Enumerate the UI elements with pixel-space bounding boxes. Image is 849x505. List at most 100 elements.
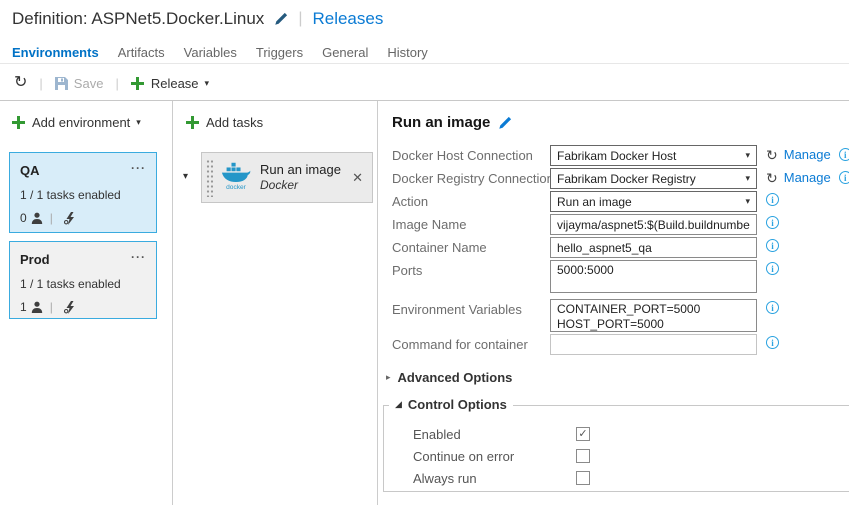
info-icon[interactable]: i	[766, 301, 779, 314]
info-icon[interactable]: i	[838, 148, 849, 161]
approver-icon	[31, 212, 42, 224]
edit-definition-name-icon[interactable]	[274, 12, 288, 26]
task-card-run-an-image[interactable]: docker Run an image Docker ✕	[201, 152, 373, 203]
field-label: Docker Host Connection	[392, 148, 533, 163]
info-icon[interactable]: i	[766, 239, 779, 252]
ports-textarea[interactable]: 5000:5000	[550, 260, 757, 293]
info-icon[interactable]: i	[766, 336, 779, 349]
image-name-input[interactable]	[550, 214, 757, 235]
advanced-options-section-toggle[interactable]: ▸ Advanced Options	[386, 370, 512, 385]
release-button[interactable]: Release ▾	[130, 75, 209, 91]
plus-icon	[12, 116, 25, 129]
add-tasks-label: Add tasks	[206, 115, 264, 130]
save-icon	[54, 76, 68, 90]
plus-icon	[130, 76, 144, 90]
info-icon[interactable]: i	[766, 216, 779, 229]
toolbar-divider: |	[115, 75, 119, 91]
checkbox-row-continue-on-error: Continue on error	[413, 448, 590, 464]
field-label: Docker Registry Connection	[392, 171, 554, 186]
advanced-options-label: Advanced Options	[397, 370, 513, 385]
field-label: Ports	[392, 263, 423, 278]
selected-value: Fabrikam Docker Host	[557, 148, 677, 163]
toolbar: ↻ | Save | Release ▾	[0, 66, 849, 101]
container-name-input[interactable]	[550, 237, 757, 258]
task-group-collapse-caret[interactable]: ▾	[183, 171, 188, 182]
chevron-down-icon: ▾	[745, 173, 750, 183]
task-form-title: Run an image	[392, 114, 491, 131]
checkbox-label: Enabled	[413, 426, 461, 442]
approver-count: 0	[20, 211, 27, 225]
toolbar-divider: |	[39, 75, 43, 91]
trigger-icon	[63, 211, 74, 225]
add-environment-label: Add environment	[32, 115, 131, 130]
rename-task-icon[interactable]	[498, 116, 512, 130]
manage-link[interactable]: Manage	[784, 147, 831, 162]
environment-menu-button[interactable]: ···	[131, 162, 146, 174]
field-label: Container Name	[392, 240, 487, 255]
field-label: Action	[392, 194, 429, 209]
command-for-container-input[interactable]	[550, 334, 757, 355]
tab-artifacts[interactable]: Artifacts	[118, 45, 165, 60]
docker-host-connection-select[interactable]: Fabrikam Docker Host ▾	[550, 145, 757, 166]
tab-triggers[interactable]: Triggers	[256, 45, 303, 60]
collapsed-triangle-icon: ▸	[386, 372, 391, 382]
icon-divider: |	[49, 300, 53, 314]
svg-text:docker: docker	[226, 184, 247, 191]
release-definition-editor: Definition: ASPNet5.Docker.Linux | Relea…	[0, 0, 849, 505]
definition-tabs: Environments Artifacts Variables Trigger…	[12, 45, 447, 60]
panel-divider	[172, 101, 173, 505]
tab-general[interactable]: General	[322, 45, 368, 60]
checkbox-row-enabled: Enabled ✓	[413, 426, 590, 442]
refresh-connections-icon[interactable]: ↻	[766, 148, 778, 162]
task-title: Run an image	[260, 161, 341, 177]
drag-handle[interactable]	[206, 158, 213, 197]
control-options-section-toggle[interactable]: ◢ Control Options	[389, 397, 513, 412]
releases-link[interactable]: Releases	[312, 9, 383, 29]
plus-icon	[186, 116, 199, 129]
add-tasks-button[interactable]: Add tasks	[186, 115, 263, 130]
release-label: Release	[150, 75, 199, 91]
add-environment-button[interactable]: Add environment ▾	[12, 115, 141, 130]
info-icon[interactable]: i	[838, 171, 849, 184]
page-header: Definition: ASPNet5.Docker.Linux | Relea…	[12, 9, 383, 29]
environment-menu-button[interactable]: ···	[131, 251, 146, 263]
environment-tasks-summary: 1 / 1 tasks enabled	[20, 277, 121, 291]
save-button[interactable]: Save	[54, 76, 103, 91]
tab-environments[interactable]: Environments	[12, 45, 99, 60]
info-icon[interactable]: i	[766, 262, 779, 275]
action-select[interactable]: Run an image ▾	[550, 191, 757, 212]
environment-tasks-summary: 1 / 1 tasks enabled	[20, 188, 121, 202]
always-run-checkbox[interactable]	[576, 471, 590, 485]
environment-card-qa[interactable]: QA ··· 1 / 1 tasks enabled 0 |	[9, 152, 157, 233]
refresh-connections-icon[interactable]: ↻	[766, 171, 778, 185]
approver-count: 1	[20, 300, 27, 314]
enabled-checkbox[interactable]: ✓	[576, 427, 590, 441]
manage-link[interactable]: Manage	[784, 170, 831, 185]
selected-value: Run an image	[557, 194, 632, 209]
environment-status-row: 0 |	[20, 211, 146, 225]
tab-variables[interactable]: Variables	[184, 45, 237, 60]
field-label: Image Name	[392, 217, 467, 232]
continue-on-error-checkbox[interactable]	[576, 449, 590, 463]
field-label: Environment Variables	[392, 302, 522, 317]
environment-variables-textarea[interactable]: CONTAINER_PORT=5000 HOST_PORT=5000	[550, 299, 757, 332]
environment-card-prod[interactable]: Prod ··· 1 / 1 tasks enabled 1 |	[9, 241, 157, 319]
chevron-down-icon: ▾	[745, 196, 750, 206]
task-subtitle: Docker	[260, 178, 299, 193]
docker-registry-connection-select[interactable]: Fabrikam Docker Registry ▾	[550, 168, 757, 189]
environment-name: QA	[20, 163, 40, 178]
panel-divider	[377, 101, 378, 505]
checkbox-label: Always run	[413, 470, 477, 486]
tabs-underline	[0, 63, 849, 64]
page-title: Definition: ASPNet5.Docker.Linux	[12, 9, 265, 28]
trigger-icon	[63, 300, 74, 314]
control-options-section: ◢ Control Options Enabled ✓ Continue on …	[383, 397, 849, 492]
info-icon[interactable]: i	[766, 193, 779, 206]
icon-divider: |	[49, 211, 53, 225]
docker-icon: docker	[220, 159, 252, 196]
tab-history[interactable]: History	[387, 45, 427, 60]
refresh-button[interactable]: ↻	[14, 75, 27, 91]
approver-icon	[31, 301, 42, 313]
remove-task-icon[interactable]: ✕	[352, 170, 363, 186]
expanded-triangle-icon: ◢	[395, 399, 402, 409]
